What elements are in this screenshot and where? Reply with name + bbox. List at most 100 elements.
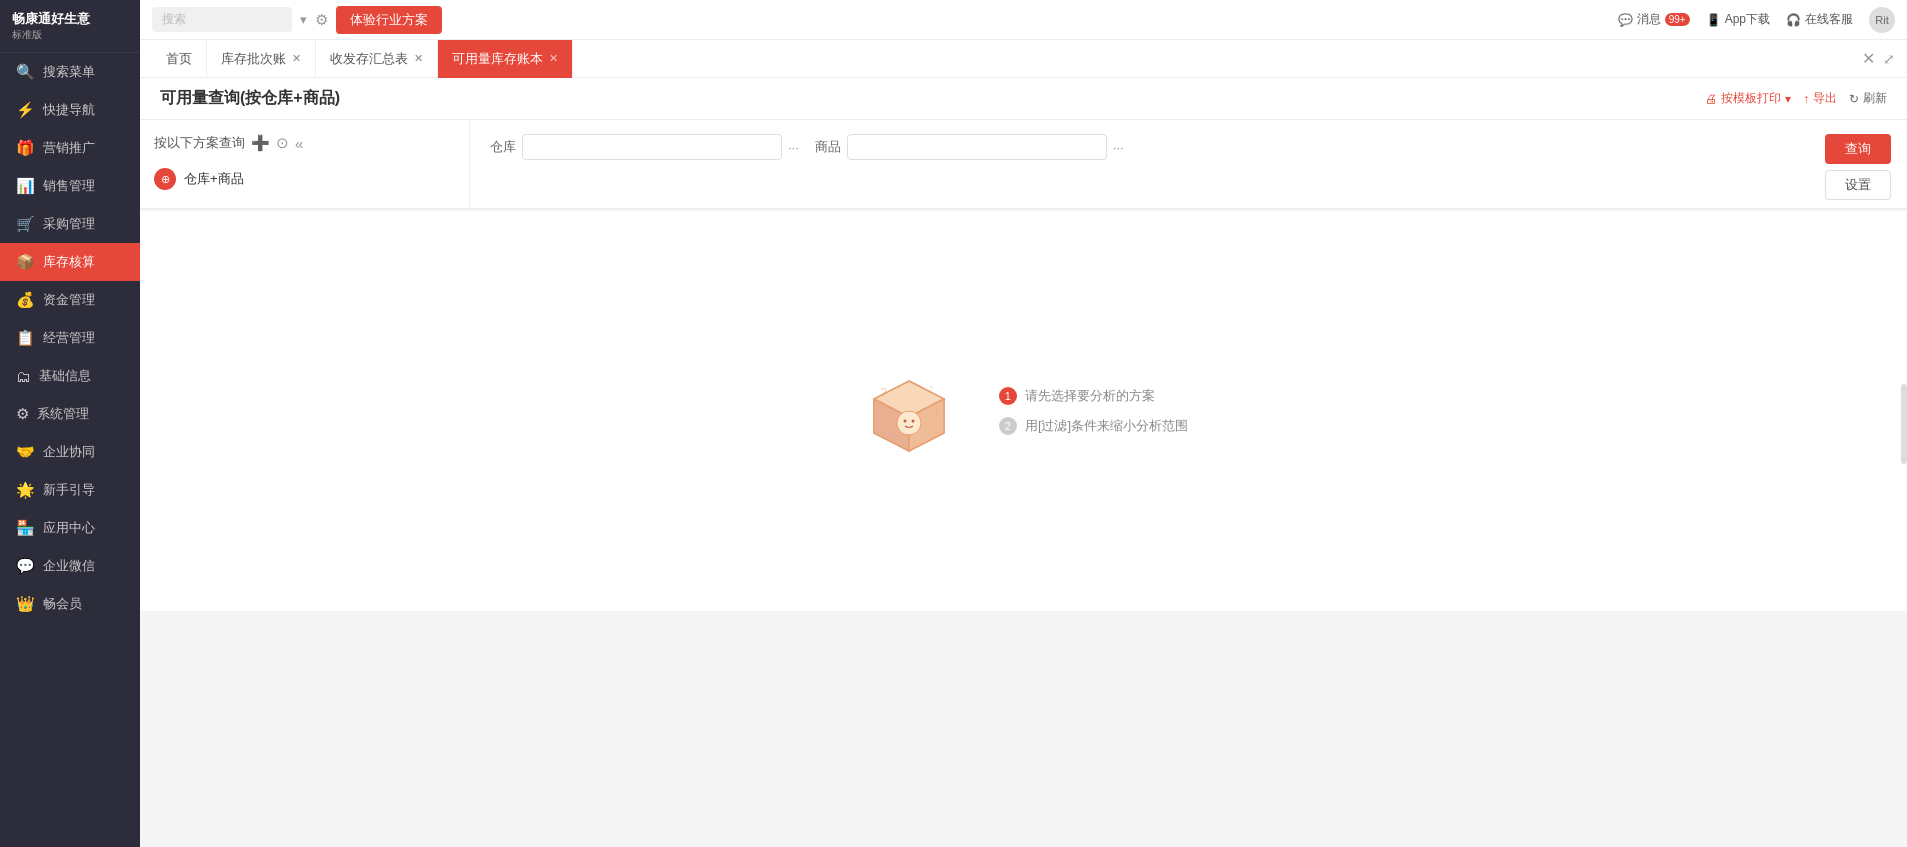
- tab-available-ledger[interactable]: 可用量库存账本 ✕: [438, 40, 573, 78]
- svg-point-5: [903, 420, 906, 423]
- page-title-actions: 🖨 按模板打印 ▾ ↑ 导出 ↻ 刷新: [1705, 90, 1887, 107]
- member-icon: 👑: [16, 595, 35, 613]
- product-input[interactable]: [847, 134, 1107, 160]
- filter-area: 仓库 ··· 商品 ···: [470, 120, 1825, 174]
- sidebar-item-member[interactable]: 👑 畅会员: [0, 585, 140, 623]
- online-service-button[interactable]: 🎧 在线客服: [1786, 11, 1853, 28]
- finance-icon: 💰: [16, 291, 35, 309]
- svg-point-4: [897, 411, 921, 435]
- sidebar-item-label: 基础信息: [39, 367, 91, 385]
- tab-close-icon[interactable]: ✕: [292, 52, 301, 65]
- settings-button[interactable]: 设置: [1825, 170, 1891, 200]
- tip-number-1: 1: [999, 387, 1017, 405]
- tab-close-icon[interactable]: ✕: [549, 52, 558, 65]
- warehouse-more-icon[interactable]: ···: [788, 140, 799, 155]
- wechat-icon: 💬: [16, 557, 35, 575]
- sidebar-item-basic[interactable]: 🗂 基础信息: [0, 357, 140, 395]
- sidebar-item-label: 销售管理: [43, 177, 95, 195]
- purchase-icon: 🛒: [16, 215, 35, 233]
- warehouse-label: 仓库: [490, 138, 516, 156]
- empty-illustration: ? ? ?: [859, 361, 959, 461]
- product-label: 商品: [815, 138, 841, 156]
- tab-receipt-summary[interactable]: 收发存汇总表 ✕: [316, 40, 438, 78]
- sidebar: 畅康通好生意 标准版 🔍 搜索菜单 ⚡ 快捷导航 🎁 营销推广 📊 销售管理 🛒…: [0, 0, 140, 847]
- sidebar-item-app[interactable]: 🏪 应用中心: [0, 509, 140, 547]
- sidebar-item-label: 搜索菜单: [43, 63, 95, 81]
- trial-button[interactable]: 体验行业方案: [336, 6, 442, 34]
- dropdown-arrow-icon[interactable]: ▾: [1785, 92, 1791, 106]
- search-box[interactable]: 搜索: [152, 7, 292, 32]
- app-download-label: App下载: [1725, 11, 1770, 28]
- product-more-icon[interactable]: ···: [1113, 140, 1124, 155]
- product-filter-group: 商品 ···: [815, 134, 1124, 160]
- sidebar-item-operation[interactable]: 📋 经营管理: [0, 319, 140, 357]
- tabs-bar: 首页 库存批次账 ✕ 收发存汇总表 ✕ 可用量库存账本 ✕ ✕ ⤢: [140, 40, 1907, 78]
- online-service-label: 在线客服: [1805, 11, 1853, 28]
- scheme-item-warehouse-product[interactable]: ⊕ 仓库+商品: [140, 160, 469, 198]
- sidebar-item-shortcut[interactable]: ⚡ 快捷导航: [0, 91, 140, 129]
- app-download-button[interactable]: 📱 App下载: [1706, 11, 1770, 28]
- basic-icon: 🗂: [16, 368, 31, 385]
- empty-state: ? ? ? 1 请先选择要分析的方案 2 用[过滤]条件来缩小分析范围: [140, 211, 1907, 611]
- window-close-icon[interactable]: ✕: [1862, 49, 1875, 68]
- sidebar-item-search[interactable]: 🔍 搜索菜单: [0, 53, 140, 91]
- brand-sub: 标准版: [12, 28, 128, 42]
- gear-icon[interactable]: ⚙: [315, 11, 328, 29]
- warehouse-filter-group: 仓库 ···: [490, 134, 799, 160]
- message-badge: 99+: [1665, 13, 1690, 26]
- tabs-bar-actions: ✕ ⤢: [1862, 49, 1895, 68]
- page-content: 可用量查询(按仓库+商品) 🖨 按模板打印 ▾ ↑ 导出 ↻ 刷新: [140, 78, 1907, 847]
- tip-item-1: 1 请先选择要分析的方案: [999, 387, 1188, 405]
- sidebar-item-inventory[interactable]: 📦 库存核算: [0, 243, 140, 281]
- phone-icon: 📱: [1706, 13, 1721, 27]
- tab-batch-account[interactable]: 库存批次账 ✕: [207, 40, 316, 78]
- empty-state-content: ? ? ? 1 请先选择要分析的方案 2 用[过滤]条件来缩小分析范围: [859, 361, 1188, 461]
- user-avatar[interactable]: Rit: [1869, 7, 1895, 33]
- shortcut-icon: ⚡: [16, 101, 35, 119]
- sidebar-item-label: 系统管理: [37, 405, 89, 423]
- top-header-right: 💬 消息 99+ 📱 App下载 🎧 在线客服 Rit: [1618, 7, 1895, 33]
- scroll-indicator: [1901, 384, 1907, 464]
- export-icon: ↑: [1803, 92, 1809, 106]
- export-button[interactable]: ↑ 导出: [1803, 90, 1837, 107]
- add-scheme-icon[interactable]: ➕: [251, 134, 270, 152]
- settings-scheme-icon[interactable]: ⊙: [276, 134, 289, 152]
- tab-close-icon[interactable]: ✕: [414, 52, 423, 65]
- query-button[interactable]: 查询: [1825, 134, 1891, 164]
- message-button[interactable]: 💬 消息 99+: [1618, 11, 1690, 28]
- sidebar-item-wechat[interactable]: 💬 企业微信: [0, 547, 140, 585]
- scheme-header: 按以下方案查询 ➕ ⊙ «: [140, 130, 469, 160]
- print-label: 按模板打印: [1721, 90, 1781, 107]
- sidebar-item-label: 新手引导: [43, 481, 95, 499]
- warehouse-input[interactable]: [522, 134, 782, 160]
- dropdown-arrow-icon[interactable]: ▾: [300, 12, 307, 27]
- sidebar-item-purchase[interactable]: 🛒 采购管理: [0, 205, 140, 243]
- message-icon: 💬: [1618, 13, 1633, 27]
- tab-home[interactable]: 首页: [152, 40, 207, 78]
- sidebar-item-system[interactable]: ⚙ 系统管理: [0, 395, 140, 433]
- print-icon: 🖨: [1705, 92, 1717, 106]
- brand-name: 畅康通好生意: [12, 10, 128, 28]
- expand-icon[interactable]: ⤢: [1883, 51, 1895, 67]
- svg-text:?: ?: [934, 408, 939, 418]
- scheme-header-label: 按以下方案查询: [154, 134, 245, 152]
- sidebar-item-guide[interactable]: 🌟 新手引导: [0, 471, 140, 509]
- operation-icon: 📋: [16, 329, 35, 347]
- svg-text:?: ?: [929, 384, 934, 393]
- search-icon: 🔍: [16, 63, 35, 81]
- refresh-button[interactable]: ↻ 刷新: [1849, 90, 1887, 107]
- tip-number-2: 2: [999, 417, 1017, 435]
- collapse-scheme-icon[interactable]: «: [295, 135, 303, 152]
- sidebar-item-label: 资金管理: [43, 291, 95, 309]
- print-button[interactable]: 🖨 按模板打印 ▾: [1705, 90, 1791, 107]
- sidebar-item-cooperation[interactable]: 🤝 企业协同: [0, 433, 140, 471]
- sidebar-item-label: 经营管理: [43, 329, 95, 347]
- empty-box-svg: ? ? ?: [859, 361, 959, 461]
- sidebar-item-sales[interactable]: 📊 销售管理: [0, 167, 140, 205]
- sidebar-item-label: 快捷导航: [43, 101, 95, 119]
- tab-label: 可用量库存账本: [452, 50, 543, 68]
- tip-text-1: 请先选择要分析的方案: [1025, 387, 1155, 405]
- sidebar-item-finance[interactable]: 💰 资金管理: [0, 281, 140, 319]
- sidebar-header: 畅康通好生意 标准版: [0, 0, 140, 53]
- sidebar-item-marketing[interactable]: 🎁 营销推广: [0, 129, 140, 167]
